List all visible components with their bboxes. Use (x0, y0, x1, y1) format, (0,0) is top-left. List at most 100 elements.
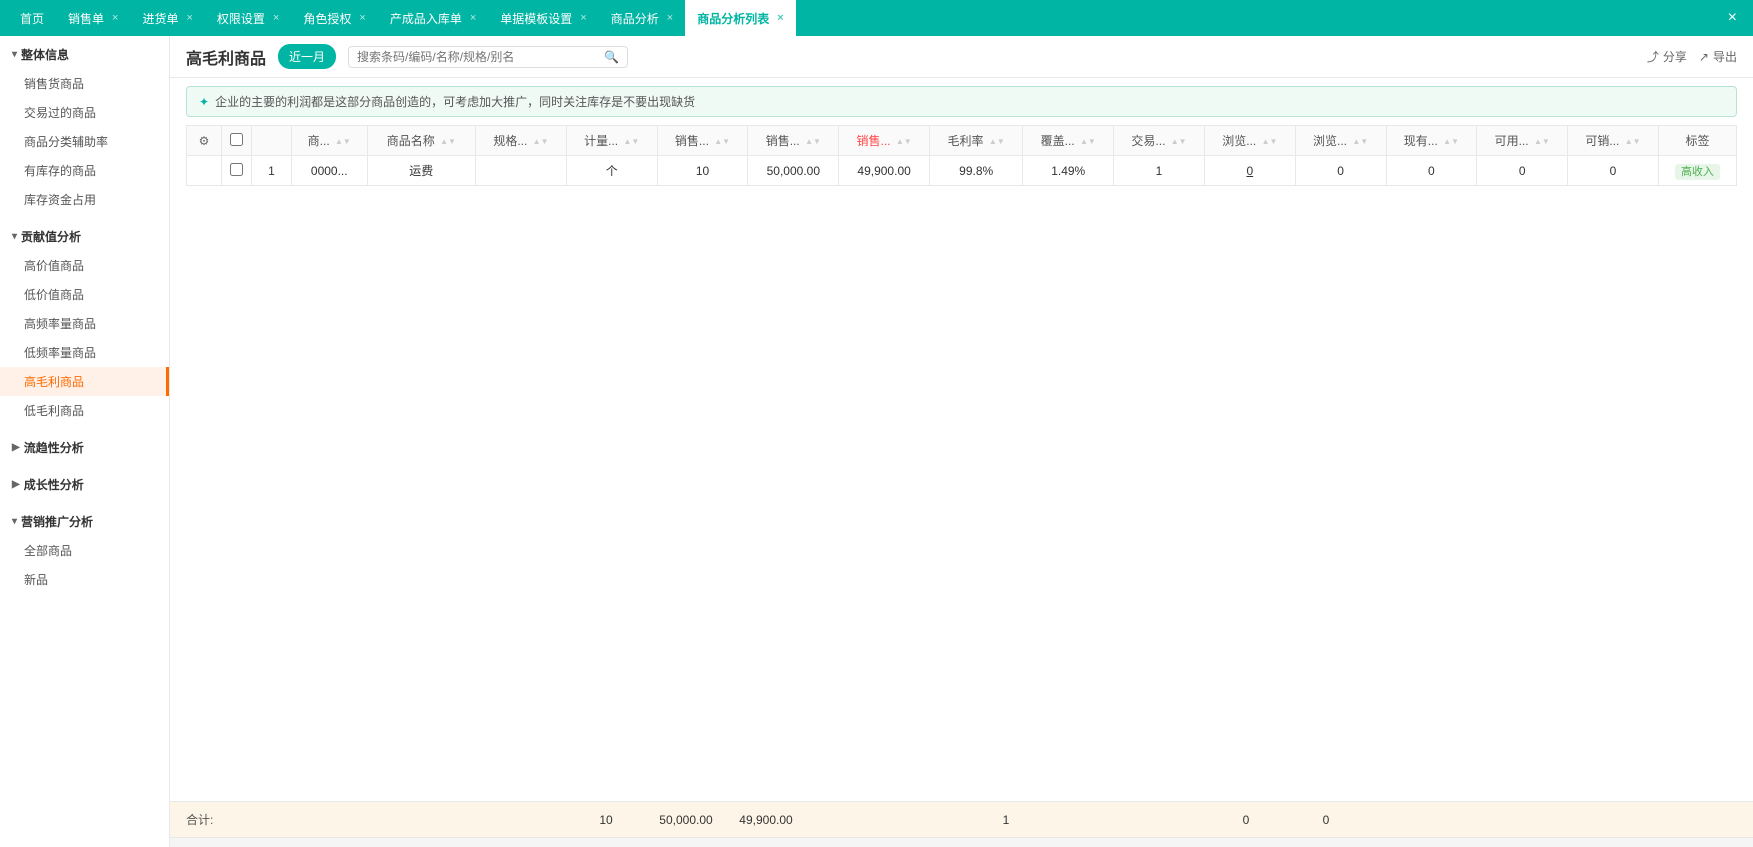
sidebar-group-overall: ▾ 整体信息 销售货商品 交易过的商品 商品分类辅助率 有库存的商品 库存资金占… (0, 36, 169, 218)
col-settings[interactable]: ⚙ (187, 126, 222, 156)
close-all-tabs-button[interactable]: × (1720, 9, 1745, 27)
header-actions: ⤴ 分享 ↗ 导出 (1647, 48, 1737, 65)
col-browse2[interactable]: 浏览... ▲▼ (1295, 126, 1386, 156)
sort-sales-amount[interactable]: ▲▼ (805, 137, 821, 146)
close-product-in-tab[interactable]: × (470, 12, 476, 24)
footer-total-label: 合计: (186, 811, 226, 828)
horizontal-scrollbar[interactable] (170, 837, 1753, 847)
nav-tab-template[interactable]: 单据模板设置 × (488, 0, 598, 36)
content-area: 高毛利商品 近一月 🔍 ⤴ 分享 ↗ 导出 ✦ 企业的主要的利润都是这部分商品创… (170, 36, 1753, 847)
sidebar-group-overall-title[interactable]: ▾ 整体信息 (0, 40, 169, 69)
sort-available[interactable]: ▲▼ (1534, 137, 1550, 146)
col-gross-rate[interactable]: 毛利率 ▲▼ (930, 126, 1023, 156)
export-button[interactable]: ↗ 导出 (1699, 48, 1737, 65)
col-spec[interactable]: 规格... ▲▼ (476, 126, 567, 156)
sidebar-group-marketing-title[interactable]: ▾ 营销推广分析 (0, 507, 169, 536)
sidebar-item-all-goods[interactable]: 全部商品 (0, 536, 169, 565)
nav-tab-purchase[interactable]: 进货单 × (130, 0, 204, 36)
row-browse2-cell: 0 (1295, 156, 1386, 186)
row-sales-qty-cell: 10 (657, 156, 748, 186)
nav-tab-sales[interactable]: 销售单 × (56, 0, 130, 36)
col-sales-amount[interactable]: 销售... ▲▼ (748, 126, 839, 156)
sidebar-item-inventory-capital[interactable]: 库存资金占用 (0, 185, 169, 214)
footer-cells: 10 50,000.00 49,900.00 1 0 0 (246, 813, 1737, 827)
sidebar-item-traded-goods[interactable]: 交易过的商品 (0, 98, 169, 127)
sidebar-item-low-freq[interactable]: 低频率量商品 (0, 338, 169, 367)
nav-tab-role[interactable]: 角色授权 × (291, 0, 377, 36)
sort-coverage[interactable]: ▲▼ (1080, 137, 1096, 146)
footer-placeholder3 (1046, 813, 1126, 827)
col-current[interactable]: 现有... ▲▼ (1386, 126, 1477, 156)
nav-tab-goods-analysis-list[interactable]: 商品分析列表 × (685, 0, 795, 36)
filter-last-month-button[interactable]: 近一月 (278, 44, 336, 69)
sort-unit[interactable]: ▲▼ (623, 137, 639, 146)
sort-browse1[interactable]: ▲▼ (1262, 137, 1278, 146)
sidebar-item-high-freq[interactable]: 高频率量商品 (0, 309, 169, 338)
close-template-tab[interactable]: × (580, 12, 586, 24)
search-icon[interactable]: 🔍 (604, 50, 619, 64)
close-sales-tab[interactable]: × (112, 12, 118, 24)
col-saleable[interactable]: 可销... ▲▼ (1568, 126, 1659, 156)
search-input[interactable] (357, 50, 598, 64)
sort-saleable[interactable]: ▲▼ (1625, 137, 1641, 146)
row-item-code-cell: 0000... (291, 156, 367, 186)
col-browse1[interactable]: 浏览... ▲▼ (1204, 126, 1295, 156)
sidebar-item-high-margin[interactable]: 高毛利商品 (0, 367, 169, 396)
sidebar-group-growth-title[interactable]: ▶ 成长性分析 (0, 470, 169, 499)
col-coverage[interactable]: 覆盖... ▲▼ (1023, 126, 1114, 156)
sidebar-item-high-value[interactable]: 高价值商品 (0, 251, 169, 280)
sidebar-group-trend-title[interactable]: ▶ 流趋性分析 (0, 433, 169, 462)
col-item-code[interactable]: 商... ▲▼ (291, 126, 367, 156)
nav-tab-home[interactable]: 首页 (8, 0, 56, 36)
sort-browse2[interactable]: ▲▼ (1352, 137, 1368, 146)
sidebar-item-low-value[interactable]: 低价值商品 (0, 280, 169, 309)
row-tag-cell: 高收入 (1658, 156, 1736, 186)
col-unit[interactable]: 计量... ▲▼ (566, 126, 657, 156)
sidebar-item-sales-goods[interactable]: 销售货商品 (0, 69, 169, 98)
sort-item-code[interactable]: ▲▼ (335, 137, 351, 146)
col-tag[interactable]: 标签 (1658, 126, 1736, 156)
nav-tab-permission[interactable]: 权限设置 × (205, 0, 291, 36)
sort-trade[interactable]: ▲▼ (1171, 137, 1187, 146)
row-current-cell: 0 (1386, 156, 1477, 186)
row-checkbox-cell[interactable] (221, 156, 251, 186)
sidebar-collapse-button[interactable]: « (169, 422, 170, 462)
close-purchase-tab[interactable]: × (186, 12, 192, 24)
col-item-name[interactable]: 商品名称 ▲▼ (367, 126, 475, 156)
sort-sales-cost[interactable]: ▲▼ (896, 137, 912, 146)
close-permission-tab[interactable]: × (273, 12, 279, 24)
close-goods-analysis-tab[interactable]: × (667, 12, 673, 24)
sidebar-group-trend: ▶ 流趋性分析 (0, 429, 169, 466)
share-button[interactable]: ⤴ 分享 (1647, 48, 1687, 65)
footer-sales-cost: 49,900.00 (726, 813, 806, 827)
marketing-arrow-icon: ▾ (12, 516, 17, 527)
sidebar-item-inventory-goods[interactable]: 有库存的商品 (0, 156, 169, 185)
table-header-row: ⚙ 商... ▲▼ 商品名称 ▲▼ (187, 126, 1737, 156)
sidebar-item-split-assist[interactable]: 商品分类辅助率 (0, 127, 169, 156)
col-sales-qty[interactable]: 销售... ▲▼ (657, 126, 748, 156)
close-role-tab[interactable]: × (359, 12, 365, 24)
row-sales-cost-cell: 49,900.00 (839, 156, 930, 186)
sidebar-item-new-goods[interactable]: 新品 (0, 565, 169, 594)
info-icon: ✦ (199, 95, 209, 109)
row-checkbox[interactable] (230, 163, 243, 176)
sort-sales-qty[interactable]: ▲▼ (714, 137, 730, 146)
col-trade[interactable]: 交易... ▲▼ (1114, 126, 1205, 156)
select-all-checkbox[interactable] (230, 133, 243, 146)
nav-tab-goods-analysis[interactable]: 商品分析 × (599, 0, 685, 36)
nav-tab-product-in[interactable]: 产成品入库单 × (378, 0, 488, 36)
settings-gear-icon[interactable]: ⚙ (199, 134, 210, 148)
row-settings-cell (187, 156, 222, 186)
row-item-name-cell: 运费 (367, 156, 475, 186)
sidebar-group-wealth-title[interactable]: ▾ 贡献值分析 (0, 222, 169, 251)
col-available[interactable]: 可用... ▲▼ (1477, 126, 1568, 156)
sort-spec[interactable]: ▲▼ (533, 137, 549, 146)
trend-arrow-icon: ▶ (12, 442, 20, 453)
col-sales-cost[interactable]: 销售... ▲▼ (839, 126, 930, 156)
sort-gross-rate[interactable]: ▲▼ (989, 137, 1005, 146)
close-goods-list-tab[interactable]: × (777, 12, 783, 24)
sort-current[interactable]: ▲▼ (1443, 137, 1459, 146)
col-checkbox[interactable] (221, 126, 251, 156)
sort-item-name[interactable]: ▲▼ (440, 137, 456, 146)
sidebar-item-low-margin[interactable]: 低毛利商品 (0, 396, 169, 425)
